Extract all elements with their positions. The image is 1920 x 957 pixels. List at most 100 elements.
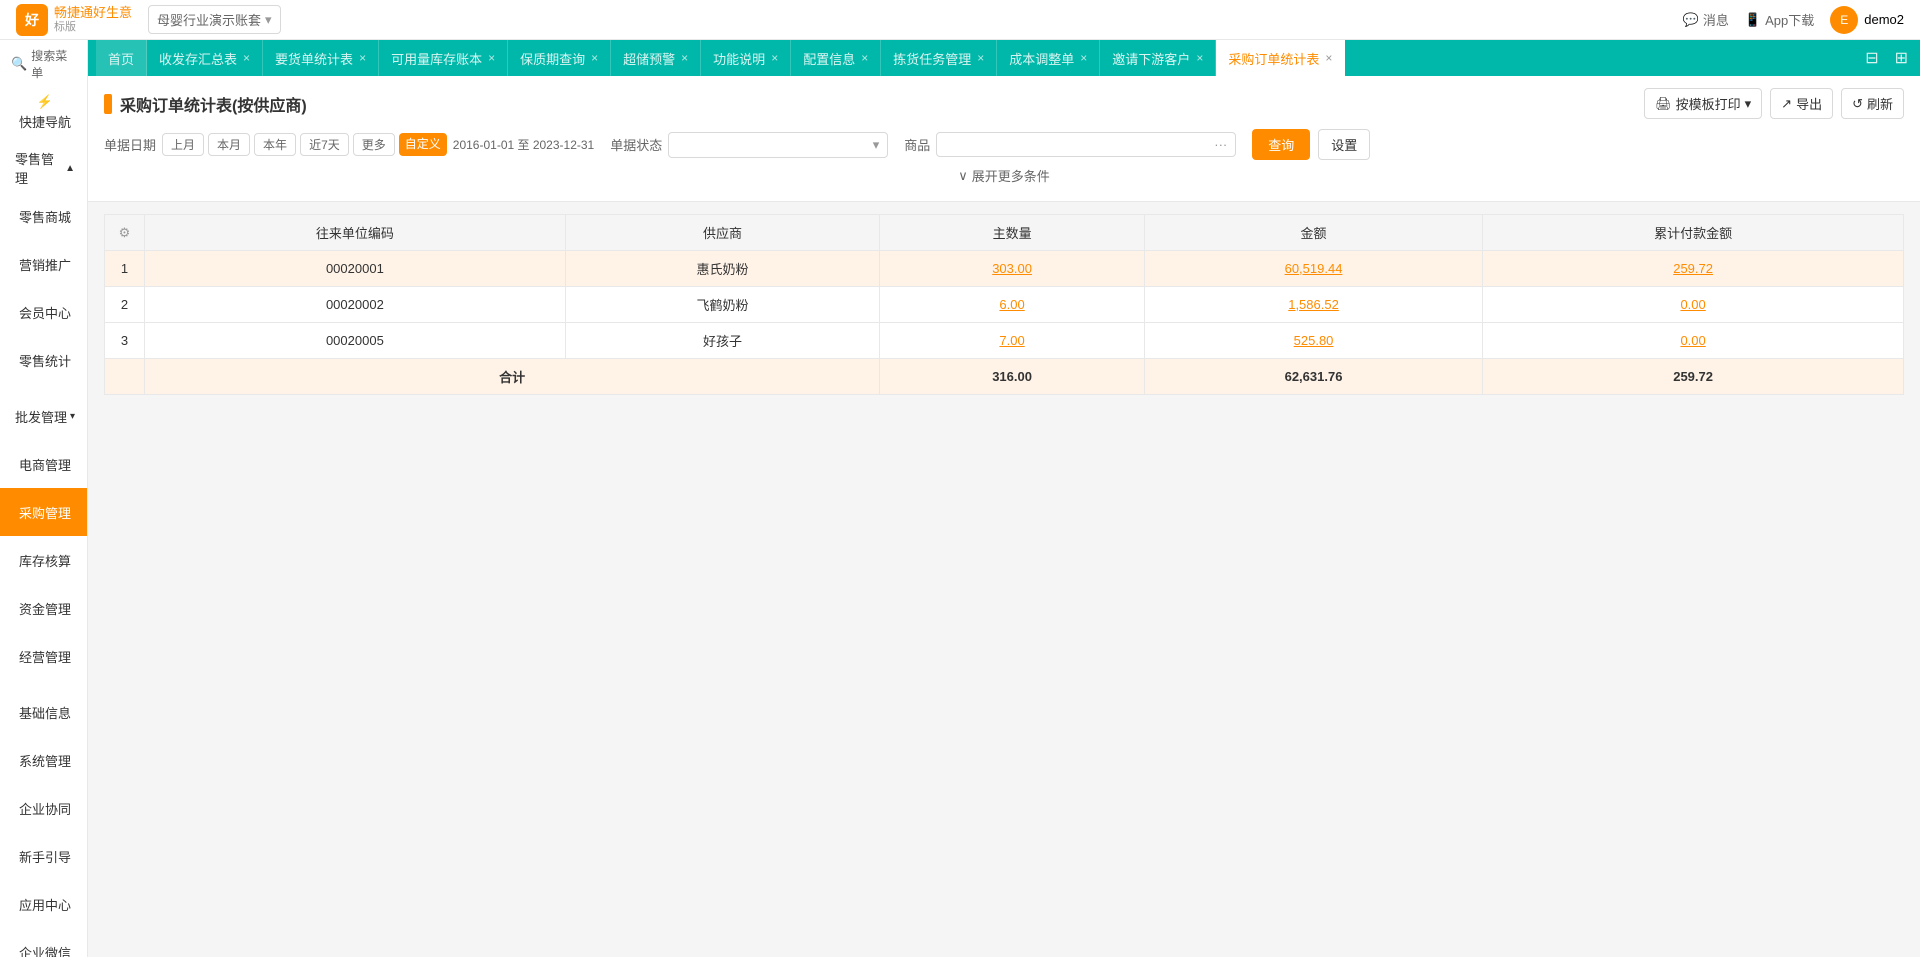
sidebar-item-collab[interactable]: 企业协同 (0, 784, 87, 832)
shortcut-7days[interactable]: 近7天 (300, 133, 349, 156)
tab-cost-adjust[interactable]: 成本调整单 × (997, 40, 1100, 76)
chevron-down-icon3: ▾ (1745, 96, 1752, 112)
th-qty: 主数量 (880, 215, 1145, 251)
table-body: 1 00020001 惠氏奶粉 303.00 60,519.44 259.72 … (105, 251, 1904, 359)
chevron-down-icon2: ▾ (70, 411, 75, 422)
content-area: 采购订单统计表(按供应商) 🖨 按模板打印 ▾ ↗ 导出 (88, 76, 1920, 957)
expand-row: ∨ 展开更多条件 (104, 160, 1904, 191)
message-btn[interactable]: 💬 消息 (1683, 10, 1729, 29)
table-row[interactable]: 2 00020002 飞鹤奶粉 6.00 1,586.52 0.00 (105, 287, 1904, 323)
sidebar-item-operations[interactable]: 经营管理 (0, 632, 87, 680)
close-icon[interactable]: × (861, 51, 868, 65)
tab-pick-task[interactable]: 拣货任务管理 × (881, 40, 997, 76)
expand-icon[interactable]: ⊞ (1891, 44, 1912, 72)
table-row[interactable]: 3 00020005 好孩子 7.00 525.80 0.00 (105, 323, 1904, 359)
sidebar-item-retail[interactable]: 零售管理 ▲ (0, 144, 87, 192)
shortcut-this-year[interactable]: 本年 (254, 133, 296, 156)
sidebar-item-basic[interactable]: 基础信息 (0, 688, 87, 736)
tab-expiry-query[interactable]: 保质期查询 × (508, 40, 611, 76)
tab-overstock[interactable]: 超储预警 × (611, 40, 701, 76)
footer-row: 合计 316.00 62,631.76 259.72 (105, 359, 1904, 395)
cell-paid: 0.00 (1483, 323, 1904, 359)
shortcut-this-month[interactable]: 本月 (208, 133, 250, 156)
tab-config-info[interactable]: 配置信息 × (791, 40, 881, 76)
settings-button[interactable]: 设置 (1318, 129, 1370, 160)
status-select[interactable]: ▾ (668, 132, 888, 158)
sidebar-item-system[interactable]: 系统管理 (0, 736, 87, 784)
data-table: ⚙ 往来单位编码 供应商 主数量 金额 累计付款金额 1 00020001 (104, 214, 1904, 395)
shortcut-last-month[interactable]: 上月 (162, 133, 204, 156)
top-bar-right: 💬 消息 📱 App下载 E demo2 (1683, 6, 1904, 34)
table-row[interactable]: 1 00020001 惠氏奶粉 303.00 60,519.44 259.72 (105, 251, 1904, 287)
filter-area: 单据日期 上月 本月 本年 近7天 更多 自定义 2016-01-01 至 20… (104, 129, 1904, 201)
sidebar-item-newbie[interactable]: 新手引导 (0, 832, 87, 880)
close-icon[interactable]: × (1325, 51, 1332, 65)
message-icon: 💬 (1683, 12, 1699, 28)
tab-bar-actions: ⊟ ⊞ (1861, 44, 1912, 72)
settings-col-icon[interactable]: ⚙ (119, 225, 131, 240)
sidebar-item-retail-stat[interactable]: 零售统计 (0, 336, 87, 384)
close-icon[interactable]: × (359, 51, 366, 65)
th-supplier: 供应商 (565, 215, 880, 251)
shortcut-more[interactable]: 更多 (353, 133, 395, 156)
ellipsis-icon: ··· (1214, 137, 1227, 152)
minimize-icon[interactable]: ⊟ (1861, 44, 1882, 72)
cell-qty: 6.00 (880, 287, 1145, 323)
th-settings: ⚙ (105, 215, 145, 251)
top-bar: 好 畅捷通好生意 标版 母婴行业演示账套 ▾ 💬 消息 📱 App下载 E de… (0, 0, 1920, 40)
cell-supplier: 好孩子 (565, 323, 880, 359)
cell-supplier: 惠氏奶粉 (565, 251, 880, 287)
sidebar-item-finance[interactable]: 资金管理 (0, 584, 87, 632)
sidebar-item-purchase[interactable]: 采购管理 (0, 488, 87, 536)
close-icon[interactable]: × (1080, 51, 1087, 65)
logo-text: 畅捷通好生意 标版 (54, 5, 132, 34)
sidebar-item-ecommerce[interactable]: 电商管理 (0, 440, 87, 488)
tab-goods-summary[interactable]: 要货单统计表 × (263, 40, 379, 76)
query-button[interactable]: 查询 (1252, 129, 1310, 160)
date-range-display: 2016-01-01 至 2023-12-31 (453, 136, 594, 153)
export-button[interactable]: ↗ 导出 (1770, 88, 1833, 119)
close-icon[interactable]: × (977, 51, 984, 65)
sidebar-item-retail-shop[interactable]: 零售商城 (0, 192, 87, 240)
export-icon: ↗ (1781, 96, 1792, 112)
sidebar-item-member[interactable]: 会员中心 (0, 288, 87, 336)
cell-code: 00020005 (145, 323, 566, 359)
close-icon[interactable]: × (488, 51, 495, 65)
main-layout: 🔍 搜索菜单 ⚡ 快捷导航 零售管理 ▲ 零售商城 营销推广 会员中心 零售统计… (0, 40, 1920, 957)
sidebar-item-appcenter[interactable]: 应用中心 (0, 880, 87, 928)
tab-available-inventory[interactable]: 可用量库存账本 × (379, 40, 508, 76)
tab-function-desc[interactable]: 功能说明 × (701, 40, 791, 76)
download-icon: 📱 (1745, 12, 1761, 28)
tab-invite[interactable]: 邀请下游客户 × (1100, 40, 1216, 76)
cell-code: 00020001 (145, 251, 566, 287)
close-icon[interactable]: × (1196, 51, 1203, 65)
logo-icon: 好 (16, 4, 48, 36)
tab-receive-summary[interactable]: 收发存汇总表 × (147, 40, 263, 76)
sidebar-item-wechat[interactable]: 企业微信 (0, 928, 87, 957)
workspace-selector[interactable]: 母婴行业演示账套 ▾ (148, 5, 281, 34)
chevron-down-icon: ▾ (265, 12, 272, 28)
header-actions: 🖨 按模板打印 ▾ ↗ 导出 ↺ 刷新 (1644, 88, 1904, 119)
sidebar-item-shortcut[interactable]: ⚡ 快捷导航 (0, 88, 87, 136)
print-button[interactable]: 🖨 按模板打印 ▾ (1644, 88, 1762, 119)
sidebar-item-search[interactable]: 🔍 搜索菜单 (0, 40, 87, 88)
print-icon: 🖨 (1655, 96, 1672, 112)
tab-purchase-summary[interactable]: 采购订单统计表 × (1216, 40, 1345, 76)
refresh-button[interactable]: ↺ 刷新 (1841, 88, 1904, 119)
sidebar-item-inventory[interactable]: 库存核算 (0, 536, 87, 584)
row-num: 1 (105, 251, 145, 287)
expand-button[interactable]: ∨ 展开更多条件 (958, 166, 1050, 185)
tab-home[interactable]: 首页 (96, 40, 147, 76)
avatar: E (1830, 6, 1858, 34)
sidebar-item-wholesale[interactable]: 批发管理 ▾ (0, 392, 87, 440)
goods-input[interactable]: ··· (936, 132, 1236, 157)
close-icon[interactable]: × (771, 51, 778, 65)
tab-bar: 首页 收发存汇总表 × 要货单统计表 × 可用量库存账本 × 保质期查询 × 超… (88, 40, 1920, 76)
close-icon[interactable]: × (591, 51, 598, 65)
close-icon[interactable]: × (681, 51, 688, 65)
close-icon[interactable]: × (243, 51, 250, 65)
sidebar-item-marketing[interactable]: 营销推广 (0, 240, 87, 288)
goods-filter: 商品 ··· (904, 132, 1236, 157)
user-area[interactable]: E demo2 (1830, 6, 1904, 34)
app-download-btn[interactable]: 📱 App下载 (1745, 10, 1814, 29)
